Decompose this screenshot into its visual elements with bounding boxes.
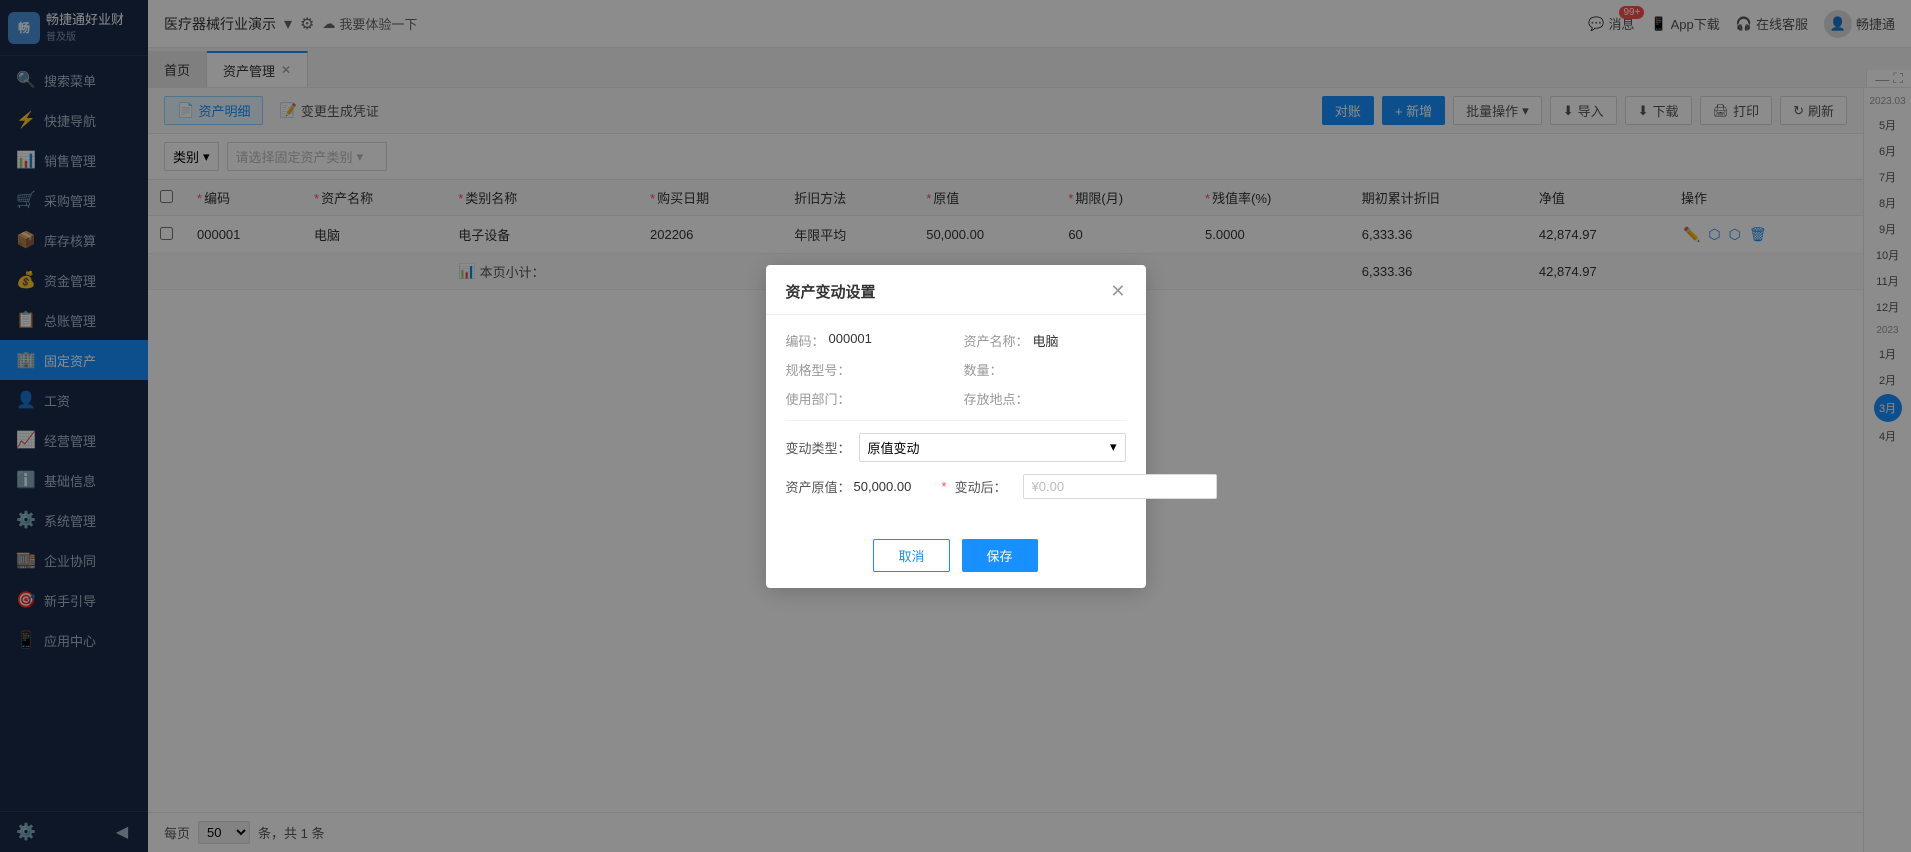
original-value-label: 资产原值： [786,477,846,496]
modal-quantity-field: 数量： [964,360,1126,379]
modal-footer: 取消 保存 [766,527,1146,588]
modal-name-field: 资产名称： 电脑 [964,331,1126,350]
modal-header: 资产变动设置 ✕ [766,265,1146,315]
modal-body: 编码： 000001 资产名称： 电脑 规格型号： 数量： 使用部门： [766,315,1146,527]
name-value: 电脑 [1033,331,1059,350]
change-type-field: 变动类型： 原值变动 ▾ [786,433,1126,462]
modal-code-field: 编码： 000001 [786,331,948,350]
original-value: 50,000.00 [854,479,934,494]
name-label: 资产名称： [964,331,1029,350]
quantity-label: 数量： [964,360,1003,379]
modal-department-field: 使用部门： [786,389,948,408]
required-star: * [942,479,947,494]
modal-overlay: 资产变动设置 ✕ 编码： 000001 资产名称： 电脑 规格型号： 数量： [0,0,1911,852]
modal-info-grid: 编码： 000001 资产名称： 电脑 规格型号： 数量： 使用部门： [786,331,1126,408]
modal-title: 资产变动设置 [786,281,876,302]
change-type-dropdown-icon: ▾ [1110,439,1117,455]
change-type-select[interactable]: 原值变动 ▾ [859,433,1126,462]
change-type-value: 原值变动 [868,438,920,457]
cancel-button[interactable]: 取消 [873,539,949,572]
modal-spec-field: 规格型号： [786,360,948,379]
code-label: 编码： [786,331,825,350]
department-label: 使用部门： [786,389,851,408]
modal-storage-field: 存放地点： [964,389,1126,408]
spec-label: 规格型号： [786,360,851,379]
change-type-label: 变动类型： [786,438,851,457]
storage-label: 存放地点： [964,389,1029,408]
after-change-input[interactable] [1023,474,1217,499]
save-button[interactable]: 保存 [962,539,1038,572]
modal-close-button[interactable]: ✕ [1110,281,1125,302]
asset-change-modal: 资产变动设置 ✕ 编码： 000001 资产名称： 电脑 规格型号： 数量： [766,265,1146,588]
code-value: 000001 [829,331,872,350]
modal-divider [786,420,1126,421]
original-value-field: 资产原值： 50,000.00 * 变动后： [786,474,1126,499]
after-change-label: 变动后： [955,477,1015,496]
